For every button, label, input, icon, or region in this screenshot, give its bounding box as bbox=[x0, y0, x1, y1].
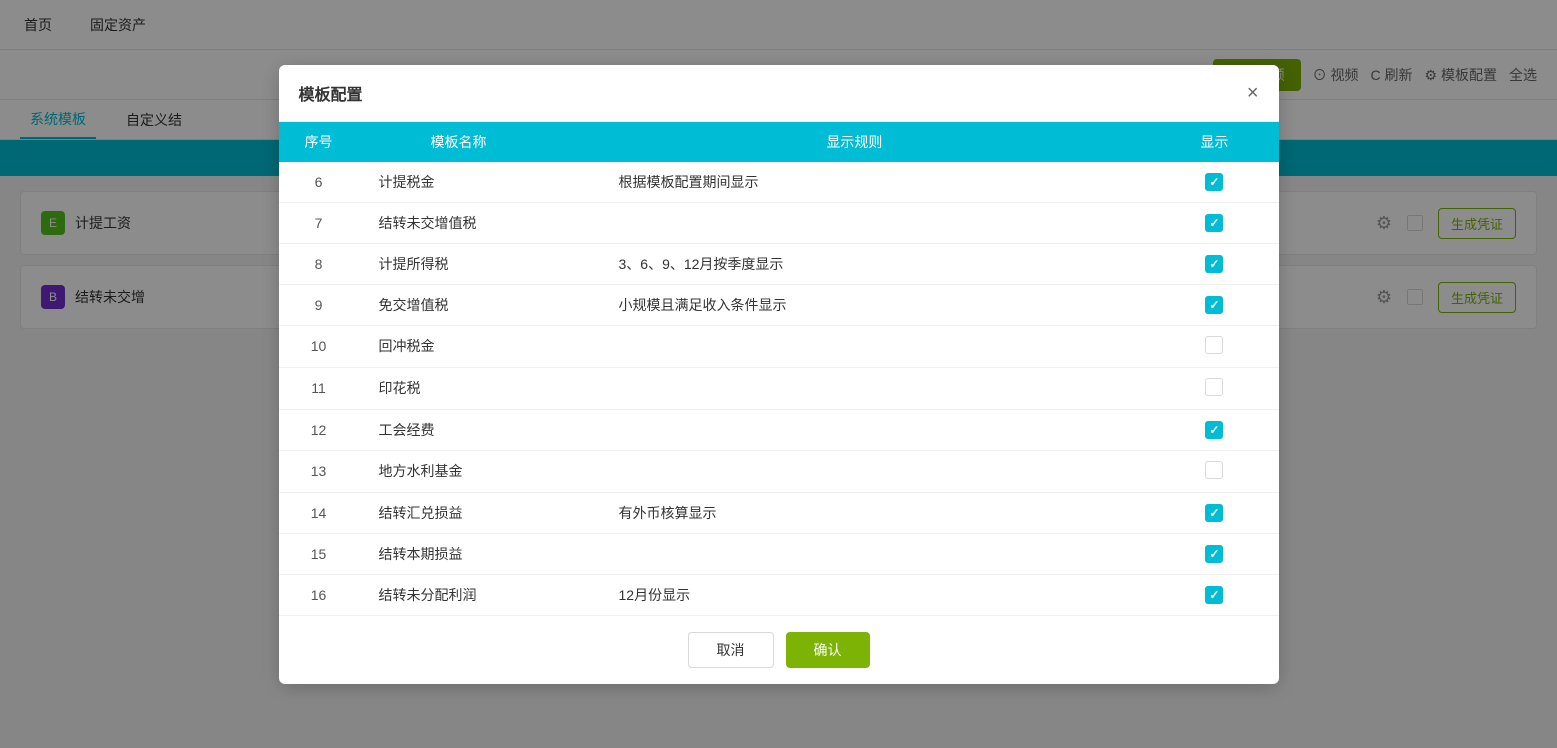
table-row: 14结转汇兑损益有外币核算显示 bbox=[279, 492, 1279, 533]
cell-seq: 13 bbox=[279, 450, 359, 492]
table-row: 7结转未交增值税 bbox=[279, 202, 1279, 243]
cell-rule: 3、6、9、12月按季度显示 bbox=[559, 243, 1151, 284]
cell-seq: 12 bbox=[279, 409, 359, 450]
cell-seq: 15 bbox=[279, 533, 359, 574]
cell-show[interactable] bbox=[1150, 533, 1278, 574]
checkbox-unchecked[interactable] bbox=[1205, 378, 1223, 396]
cell-name: 回冲税金 bbox=[359, 325, 559, 367]
cell-show[interactable] bbox=[1150, 367, 1278, 409]
cell-show[interactable] bbox=[1150, 162, 1278, 203]
col-header-rule: 显示规则 bbox=[559, 122, 1151, 162]
cell-seq: 14 bbox=[279, 492, 359, 533]
checkbox-checked[interactable] bbox=[1205, 545, 1223, 563]
cell-rule bbox=[559, 533, 1151, 574]
checkbox-unchecked[interactable] bbox=[1205, 461, 1223, 479]
cell-rule bbox=[559, 450, 1151, 492]
cell-rule bbox=[559, 325, 1151, 367]
cell-name: 计提税金 bbox=[359, 162, 559, 203]
col-header-seq: 序号 bbox=[279, 122, 359, 162]
cell-seq: 9 bbox=[279, 284, 359, 325]
table-row: 11印花税 bbox=[279, 367, 1279, 409]
cell-seq: 7 bbox=[279, 202, 359, 243]
cell-show[interactable] bbox=[1150, 202, 1278, 243]
modal-overlay: 模板配置 × 序号 模板名称 显示规则 显示 6计提税金根据模板配置期间显示7结… bbox=[0, 0, 1557, 748]
table-row: 10回冲税金 bbox=[279, 325, 1279, 367]
cell-rule: 根据模板配置期间显示 bbox=[559, 162, 1151, 203]
checkbox-unchecked[interactable] bbox=[1205, 336, 1223, 354]
cell-show[interactable] bbox=[1150, 325, 1278, 367]
cell-name: 免交增值税 bbox=[359, 284, 559, 325]
cell-rule bbox=[559, 202, 1151, 243]
checkbox-checked[interactable] bbox=[1205, 421, 1223, 439]
cell-seq: 16 bbox=[279, 574, 359, 615]
cell-show[interactable] bbox=[1150, 574, 1278, 615]
cell-show[interactable] bbox=[1150, 450, 1278, 492]
modal-template-config: 模板配置 × 序号 模板名称 显示规则 显示 6计提税金根据模板配置期间显示7结… bbox=[279, 65, 1279, 684]
table-header-row: 序号 模板名称 显示规则 显示 bbox=[279, 122, 1279, 162]
cancel-button[interactable]: 取消 bbox=[688, 632, 774, 668]
modal-body: 序号 模板名称 显示规则 显示 6计提税金根据模板配置期间显示7结转未交增值税8… bbox=[279, 122, 1279, 615]
table-row: 12工会经费 bbox=[279, 409, 1279, 450]
cell-name: 地方水利基金 bbox=[359, 450, 559, 492]
cell-rule: 小规模且满足收入条件显示 bbox=[559, 284, 1151, 325]
checkbox-checked[interactable] bbox=[1205, 504, 1223, 522]
cell-seq: 6 bbox=[279, 162, 359, 203]
checkbox-checked[interactable] bbox=[1205, 586, 1223, 604]
col-header-name: 模板名称 bbox=[359, 122, 559, 162]
table-row: 16结转未分配利润12月份显示 bbox=[279, 574, 1279, 615]
cell-rule bbox=[559, 409, 1151, 450]
cell-show[interactable] bbox=[1150, 284, 1278, 325]
config-table: 序号 模板名称 显示规则 显示 6计提税金根据模板配置期间显示7结转未交增值税8… bbox=[279, 122, 1279, 615]
checkbox-checked[interactable] bbox=[1205, 214, 1223, 232]
cell-show[interactable] bbox=[1150, 243, 1278, 284]
cell-name: 结转未分配利润 bbox=[359, 574, 559, 615]
table-row: 8计提所得税3、6、9、12月按季度显示 bbox=[279, 243, 1279, 284]
modal-footer: 取消 确认 bbox=[279, 615, 1279, 684]
cell-seq: 8 bbox=[279, 243, 359, 284]
checkbox-checked[interactable] bbox=[1205, 296, 1223, 314]
table-row: 6计提税金根据模板配置期间显示 bbox=[279, 162, 1279, 203]
cell-rule bbox=[559, 367, 1151, 409]
cell-name: 结转汇兑损益 bbox=[359, 492, 559, 533]
cell-seq: 10 bbox=[279, 325, 359, 367]
modal-header: 模板配置 × bbox=[279, 65, 1279, 122]
cell-show[interactable] bbox=[1150, 409, 1278, 450]
checkbox-checked[interactable] bbox=[1205, 255, 1223, 273]
table-row: 9免交增值税小规模且满足收入条件显示 bbox=[279, 284, 1279, 325]
cell-rule: 12月份显示 bbox=[559, 574, 1151, 615]
table-row: 15结转本期损益 bbox=[279, 533, 1279, 574]
confirm-button[interactable]: 确认 bbox=[786, 632, 870, 668]
cell-name: 印花税 bbox=[359, 367, 559, 409]
col-header-show: 显示 bbox=[1150, 122, 1278, 162]
cell-name: 结转本期损益 bbox=[359, 533, 559, 574]
cell-name: 结转未交增值税 bbox=[359, 202, 559, 243]
checkbox-checked[interactable] bbox=[1205, 173, 1223, 191]
table-row: 13地方水利基金 bbox=[279, 450, 1279, 492]
cell-seq: 11 bbox=[279, 367, 359, 409]
cell-name: 工会经费 bbox=[359, 409, 559, 450]
cell-rule: 有外币核算显示 bbox=[559, 492, 1151, 533]
modal-close-button[interactable]: × bbox=[1247, 83, 1259, 103]
cell-show[interactable] bbox=[1150, 492, 1278, 533]
modal-title: 模板配置 bbox=[299, 81, 363, 105]
cell-name: 计提所得税 bbox=[359, 243, 559, 284]
